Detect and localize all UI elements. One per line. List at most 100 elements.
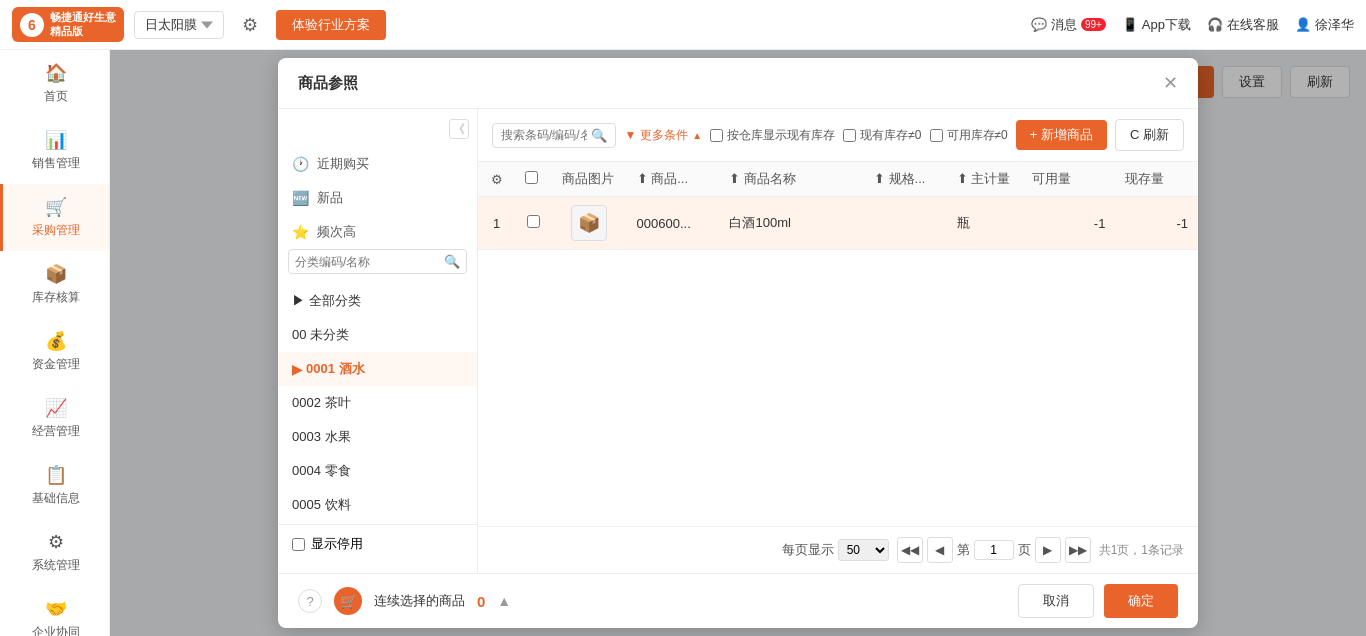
page-suffix-label: 页 bbox=[1018, 541, 1031, 559]
category-all[interactable]: ▶ 全部分类 bbox=[278, 284, 477, 318]
sidebar-item-home[interactable]: 🏠 首页 bbox=[0, 50, 109, 117]
experience-btn[interactable]: 体验行业方案 bbox=[276, 10, 386, 40]
confirm-button[interactable]: 确定 bbox=[1104, 584, 1178, 618]
avatar: 👤 bbox=[1295, 17, 1311, 32]
per-page-label: 每页显示 bbox=[782, 541, 834, 559]
sidebar-item-system[interactable]: ⚙ 系统管理 bbox=[0, 519, 109, 586]
sidebar-item-finance[interactable]: 💰 资金管理 bbox=[0, 318, 109, 385]
finance-icon: 💰 bbox=[45, 330, 67, 352]
page-number-input[interactable] bbox=[974, 540, 1014, 560]
category-0005[interactable]: 0005 饮料 bbox=[278, 488, 477, 522]
category-search-icon[interactable]: 🔍 bbox=[444, 254, 460, 269]
logo-number: 6 bbox=[28, 17, 36, 33]
row-checkbox-cell bbox=[515, 197, 552, 250]
refresh-modal-button[interactable]: C 刷新 bbox=[1115, 119, 1184, 151]
collapse-button[interactable]: 《 bbox=[449, 119, 469, 139]
category-search-input[interactable] bbox=[295, 255, 440, 269]
left-item-frequent[interactable]: ⭐ 频次高 bbox=[278, 215, 477, 249]
message-badge: 99+ bbox=[1081, 18, 1106, 31]
help-button[interactable]: ? bbox=[298, 589, 322, 613]
modal-footer: ? 🛒 连续选择的商品 0 ▲ 取消 确定 bbox=[278, 573, 1198, 628]
current-stock-label: 现有库存≠0 bbox=[860, 127, 921, 144]
category-0004[interactable]: 0004 零食 bbox=[278, 454, 477, 488]
row-code: 000600... bbox=[627, 197, 720, 250]
category-0003[interactable]: 0003 水果 bbox=[278, 420, 477, 454]
prev-page-button[interactable]: ◀ bbox=[927, 537, 953, 563]
category-search-box: 🔍 bbox=[288, 249, 467, 274]
dropdown-chevron-icon bbox=[201, 19, 213, 31]
settings-icon[interactable]: ⚙ bbox=[234, 9, 266, 41]
sidebar-item-inventory[interactable]: 📦 库存核算 bbox=[0, 251, 109, 318]
footer-buttons: 取消 确定 bbox=[1018, 584, 1178, 618]
headphone-icon: 🎧 bbox=[1207, 17, 1223, 32]
category-0002[interactable]: 0002 茶叶 bbox=[278, 386, 477, 420]
sidebar-item-operations[interactable]: 📈 经营管理 bbox=[0, 385, 109, 452]
col-unit-header[interactable]: ⬆ 主计量 bbox=[947, 162, 1023, 197]
new-label: 新品 bbox=[317, 189, 343, 207]
frequent-label: 频次高 bbox=[317, 223, 356, 241]
sidebar-item-sales[interactable]: 📊 销售管理 bbox=[0, 117, 109, 184]
home-icon: 🏠 bbox=[45, 62, 67, 84]
category-0001[interactable]: ▶ 0001 酒水 bbox=[278, 352, 477, 386]
available-stock-checkbox[interactable] bbox=[930, 129, 943, 142]
toolbar-right: + 新增商品 C 刷新 bbox=[1016, 119, 1184, 151]
show-disabled-label: 显示停用 bbox=[311, 535, 363, 553]
col-spec-header[interactable]: ⬆ 规格... bbox=[864, 162, 947, 197]
company-dropdown[interactable]: 日太阳膜 bbox=[134, 11, 224, 39]
table-row[interactable]: 1 📦 000600... 白酒100ml bbox=[478, 197, 1198, 250]
sidebar-label-finance: 资金管理 bbox=[32, 356, 80, 373]
col-name-header[interactable]: ⬆ 商品名称 bbox=[719, 162, 863, 197]
warehouse-stock-checkbox[interactable] bbox=[710, 129, 723, 142]
per-page-dropdown[interactable]: 50 10 20 100 bbox=[838, 539, 889, 561]
col-settings-icon[interactable]: ⚙ bbox=[488, 172, 505, 187]
row-stock: -1 bbox=[1115, 197, 1198, 250]
row-checkbox[interactable] bbox=[527, 215, 540, 228]
logo-icon: 6 bbox=[20, 13, 44, 37]
sidebar-item-enterprise[interactable]: 🤝 企业协同 bbox=[0, 586, 109, 636]
cart-icon: 🛒 bbox=[334, 587, 362, 615]
product-search-input[interactable] bbox=[501, 128, 587, 142]
modal-left-panel: 《 🕐 近期购买 🆕 新品 ⭐ bbox=[278, 109, 478, 573]
per-page-select: 每页显示 50 10 20 100 bbox=[782, 539, 889, 561]
modal-left-footer: 显示停用 bbox=[278, 524, 477, 563]
more-filter-button[interactable]: ▼ 更多条件 ▲ bbox=[624, 127, 702, 144]
cancel-button[interactable]: 取消 bbox=[1018, 584, 1094, 618]
available-stock-filter: 可用库存≠0 bbox=[930, 127, 1008, 144]
product-search-box: 🔍 bbox=[492, 123, 616, 148]
logo-main-text: 畅捷通好生意 bbox=[50, 11, 116, 24]
category-00[interactable]: 00 未分类 bbox=[278, 318, 477, 352]
modal-close-button[interactable]: ✕ bbox=[1163, 72, 1178, 94]
app-download-item[interactable]: 📱 App下载 bbox=[1122, 16, 1191, 34]
product-table-wrap: ⚙ 商品图片 bbox=[478, 162, 1198, 526]
warehouse-stock-label: 按仓库显示现有库存 bbox=[727, 127, 835, 144]
product-table: ⚙ 商品图片 bbox=[478, 162, 1198, 250]
sidebar-item-purchase[interactable]: 🛒 采购管理 bbox=[0, 184, 109, 251]
filter-label: 更多条件 bbox=[640, 127, 688, 144]
first-page-button[interactable]: ◀◀ bbox=[897, 537, 923, 563]
modal-right-panel: 🔍 ▼ 更多条件 ▲ 按仓库显示现有库存 bbox=[478, 109, 1198, 573]
message-item[interactable]: 💬 消息 99+ bbox=[1031, 16, 1106, 34]
select-all-checkbox[interactable] bbox=[525, 171, 538, 184]
message-label: 消息 bbox=[1051, 16, 1077, 34]
service-item[interactable]: 🎧 在线客服 bbox=[1207, 16, 1279, 34]
sidebar-label-operations: 经营管理 bbox=[32, 423, 80, 440]
col-code-header[interactable]: ⬆ 商品... bbox=[627, 162, 720, 197]
show-disabled-checkbox[interactable] bbox=[292, 538, 305, 551]
add-product-button[interactable]: + 新增商品 bbox=[1016, 120, 1107, 150]
app-icon: 📱 bbox=[1122, 17, 1138, 32]
cart-button[interactable]: 🛒 bbox=[334, 587, 362, 615]
next-page-button[interactable]: ▶ bbox=[1035, 537, 1061, 563]
col-stock-header: 现存量 bbox=[1115, 162, 1198, 197]
modal-left-collapse: 《 bbox=[278, 119, 477, 139]
sidebar-item-basic-info[interactable]: 📋 基础信息 bbox=[0, 452, 109, 519]
category-list: ▶ 全部分类 00 未分类 ▶ 0001 酒水 0002 茶叶 bbox=[278, 284, 477, 524]
left-item-recent[interactable]: 🕐 近期购买 bbox=[278, 147, 477, 181]
left-item-new[interactable]: 🆕 新品 bbox=[278, 181, 477, 215]
last-page-button[interactable]: ▶▶ bbox=[1065, 537, 1091, 563]
sidebar-label-basic-info: 基础信息 bbox=[32, 490, 80, 507]
footer-collapse-button[interactable]: ▲ bbox=[497, 593, 511, 609]
sidebar: 🏠 首页 📊 销售管理 🛒 采购管理 📦 库存核算 💰 资金管理 📈 经营管理 … bbox=[0, 50, 110, 636]
product-search-icon[interactable]: 🔍 bbox=[591, 128, 607, 143]
current-stock-checkbox[interactable] bbox=[843, 129, 856, 142]
user-item[interactable]: 👤 徐泽华 bbox=[1295, 16, 1354, 34]
